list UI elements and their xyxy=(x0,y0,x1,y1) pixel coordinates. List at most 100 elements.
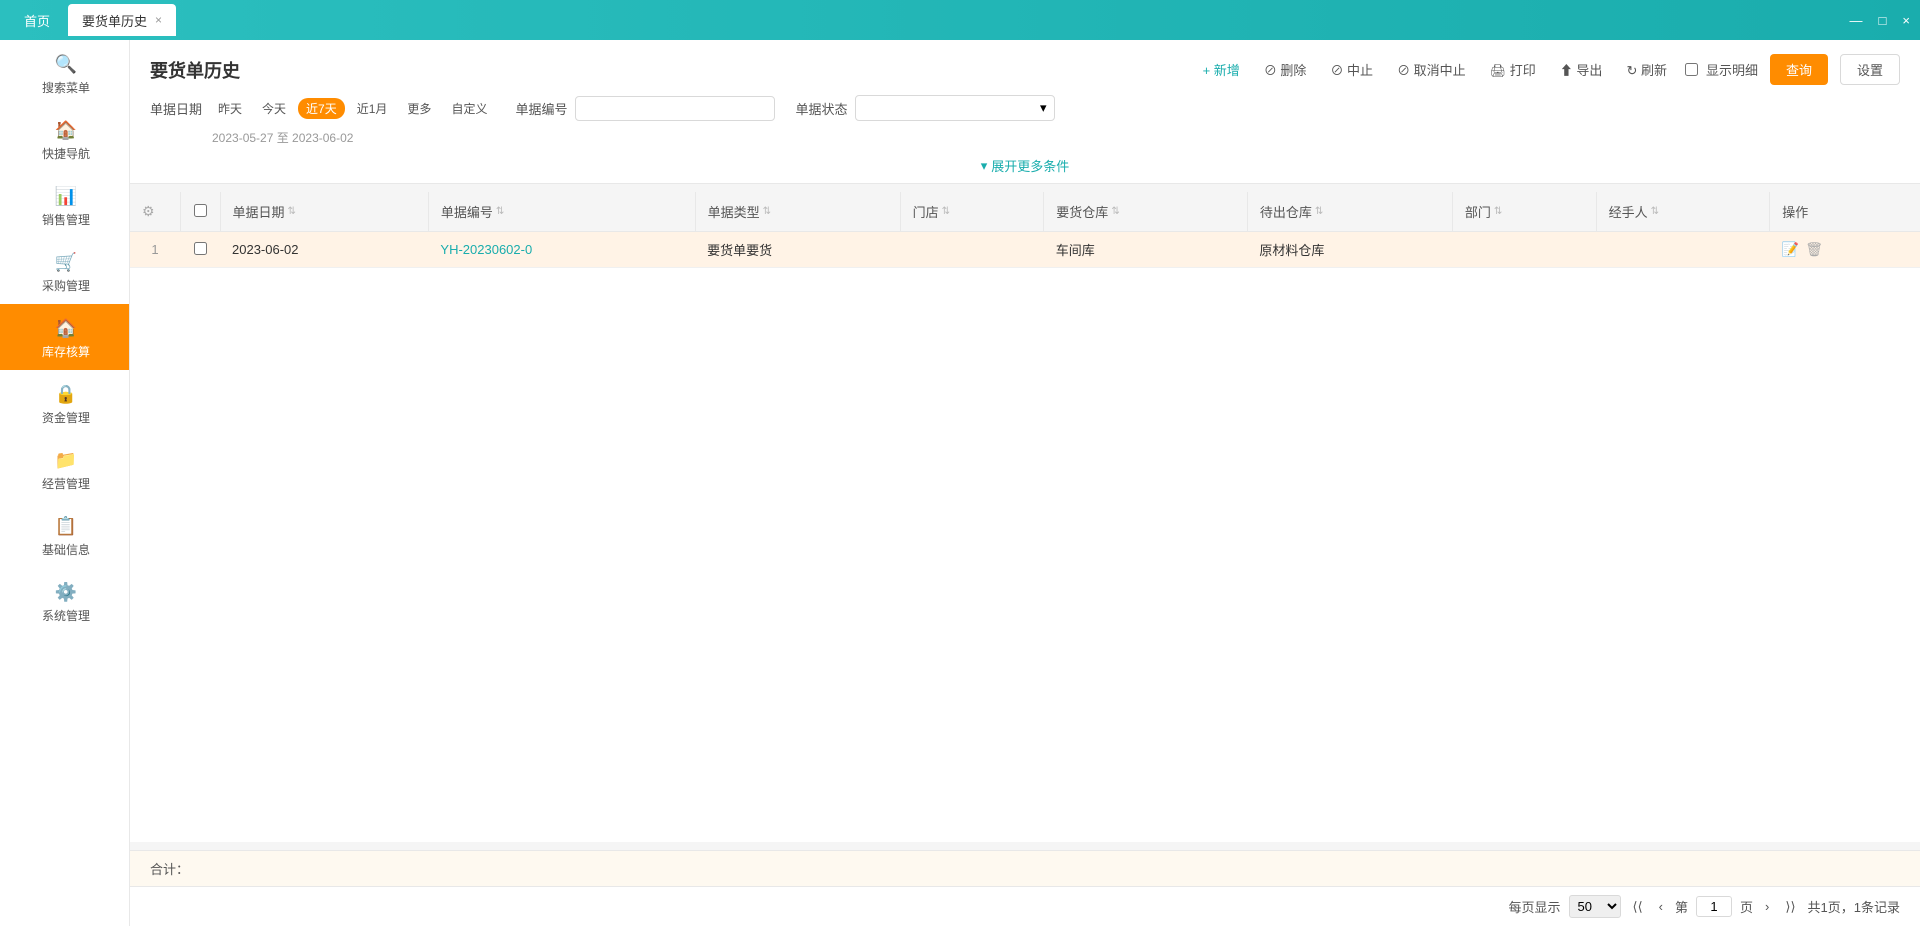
tab-bar: 首页 要货单历史 × xyxy=(10,4,1850,36)
status-filter-group: 单据状态 ▾ xyxy=(795,95,1055,121)
settings-button[interactable]: 设置 xyxy=(1840,54,1900,85)
date-filter-group: 单据日期 昨天 今天 近7天 近1月 更多 自定义 xyxy=(150,98,495,119)
page-size-select[interactable]: 10 20 50 100 xyxy=(1569,895,1621,918)
date-btn-1month[interactable]: 近1月 xyxy=(349,98,396,119)
sort-store-icon[interactable]: ⇅ xyxy=(942,206,950,217)
tab-close-icon[interactable]: × xyxy=(155,13,162,27)
sort-doc-type-icon[interactable]: ⇅ xyxy=(763,206,771,217)
sidebar-item-inventory-calc[interactable]: 🏠 库存核算 xyxy=(0,304,129,370)
requisition-table: ⚙ 单据日期⇅ 单据编号⇅ 单据类型⇅ 门店⇅ 要货仓库⇅ 待出仓库⇅ 部门⇅ … xyxy=(130,192,1920,268)
date-btn-7days[interactable]: 近7天 xyxy=(298,98,345,119)
date-filter-label: 单据日期 xyxy=(150,99,202,118)
sidebar-item-system-mgmt-label: 系统管理 xyxy=(42,607,90,624)
sidebar-item-ops-mgmt[interactable]: 📁 经营管理 xyxy=(0,436,129,502)
stop-button[interactable]: ⊘ 中止 xyxy=(1324,56,1379,83)
date-btn-today[interactable]: 今天 xyxy=(254,98,294,119)
th-req-warehouse: 要货仓库⇅ xyxy=(1044,192,1248,232)
row-delete-btn[interactable]: 🗑 xyxy=(1805,241,1823,258)
sort-req-warehouse-icon[interactable]: ⇅ xyxy=(1111,206,1119,217)
date-quick-btns: 昨天 今天 近7天 近1月 更多 自定义 xyxy=(210,98,495,119)
th-handler-label: 经手人 xyxy=(1609,202,1648,221)
expand-more-btn[interactable]: ▾ 展开更多条件 xyxy=(150,150,1900,183)
row-handler xyxy=(1596,232,1770,268)
sidebar-item-search-menu-label: 搜索菜单 xyxy=(42,79,90,96)
th-department-label: 部门 xyxy=(1465,202,1491,221)
sort-pending-warehouse-icon[interactable]: ⇅ xyxy=(1315,206,1323,217)
sidebar-item-quick-nav[interactable]: 🏠 快捷导航 xyxy=(0,106,129,172)
select-all-checkbox[interactable] xyxy=(194,204,207,217)
th-department: 部门⇅ xyxy=(1452,192,1596,232)
display-detail-toggle[interactable]: 显示明细 xyxy=(1685,60,1758,79)
window-minimize[interactable]: — xyxy=(1850,13,1863,28)
delete-button[interactable]: ⊘ 删除 xyxy=(1258,56,1313,83)
doc-no-link[interactable]: YH-20230602-0 xyxy=(440,242,532,257)
print-button[interactable]: 🖨 打印 xyxy=(1484,56,1542,83)
sidebar-item-finance-mgmt-label: 资金管理 xyxy=(42,409,90,426)
cancel-stop-button[interactable]: ⊘ 取消中止 xyxy=(1391,56,1472,83)
table-settings-icon[interactable]: ⚙ xyxy=(142,203,155,219)
first-page-btn[interactable]: ⟨⟨ xyxy=(1629,897,1647,917)
display-detail-label: 显示明细 xyxy=(1706,60,1758,79)
query-button[interactable]: 查询 xyxy=(1770,54,1828,85)
refresh-button[interactable]: ↻ 刷新 xyxy=(1620,56,1673,83)
th-req-warehouse-label: 要货仓库 xyxy=(1056,202,1108,221)
th-store-label: 门店 xyxy=(913,202,939,221)
sidebar-item-purchase-mgmt-label: 采购管理 xyxy=(42,277,90,294)
tab-home-label: 首页 xyxy=(24,11,50,30)
page-title: 要货单历史 xyxy=(150,57,240,83)
sidebar-item-quick-nav-label: 快捷导航 xyxy=(42,145,90,162)
th-store: 门店⇅ xyxy=(900,192,1044,232)
date-btn-custom[interactable]: 自定义 xyxy=(443,98,495,119)
page-header: 要货单历史 + 新增 ⊘ 删除 ⊘ 中止 ⊘ 取消中止 🖨 打印 ⬆ 导出 ↻ … xyxy=(130,40,1920,184)
sidebar-item-basic-info-label: 基础信息 xyxy=(42,541,90,558)
quick-nav-icon: 🏠 xyxy=(55,120,77,141)
sidebar: 🔍 搜索菜单 🏠 快捷导航 📊 销售管理 🛒 采购管理 🏠 库存核算 🔒 资金管… xyxy=(0,40,130,926)
row-doc-no[interactable]: YH-20230602-0 xyxy=(428,232,695,268)
status-select[interactable]: ▾ xyxy=(855,95,1055,121)
window-maximize[interactable]: □ xyxy=(1879,13,1887,28)
table-container: ⚙ 单据日期⇅ 单据编号⇅ 单据类型⇅ 门店⇅ 要货仓库⇅ 待出仓库⇅ 部门⇅ … xyxy=(130,192,1920,842)
page-input[interactable] xyxy=(1696,896,1732,917)
sort-doc-no-icon[interactable]: ⇅ xyxy=(496,206,504,217)
next-page-btn[interactable]: › xyxy=(1761,897,1773,916)
sort-doc-date-icon[interactable]: ⇅ xyxy=(288,206,296,217)
sort-handler-icon[interactable]: ⇅ xyxy=(1651,206,1659,217)
th-settings[interactable]: ⚙ xyxy=(130,192,180,232)
sidebar-item-search-menu[interactable]: 🔍 搜索菜单 xyxy=(0,40,129,106)
date-btn-more[interactable]: 更多 xyxy=(399,98,439,119)
row-checkbox[interactable] xyxy=(194,242,207,255)
expand-icon: ▾ xyxy=(981,158,988,174)
search-menu-icon: 🔍 xyxy=(55,54,77,75)
display-detail-checkbox[interactable] xyxy=(1685,63,1698,76)
sidebar-item-sales-mgmt[interactable]: 📊 销售管理 xyxy=(0,172,129,238)
window-controls: — □ × xyxy=(1850,13,1910,28)
sidebar-item-purchase-mgmt[interactable]: 🛒 采购管理 xyxy=(0,238,129,304)
row-checkbox-cell[interactable] xyxy=(180,232,220,268)
pagination: 每页显示 10 20 50 100 ⟨⟨ ‹ 第 页 › ⟩⟩ 共1页，1条记录 xyxy=(130,886,1920,926)
page-size-label: 每页显示 xyxy=(1508,897,1560,916)
tab-home[interactable]: 首页 xyxy=(10,4,64,36)
sidebar-item-basic-info[interactable]: 📋 基础信息 xyxy=(0,502,129,568)
window-close[interactable]: × xyxy=(1902,13,1910,28)
toolbar: + 新增 ⊘ 删除 ⊘ 中止 ⊘ 取消中止 🖨 打印 ⬆ 导出 ↻ 刷新 显示明… xyxy=(1197,54,1900,85)
status-filter-label: 单据状态 xyxy=(795,99,847,118)
prev-page-btn[interactable]: ‹ xyxy=(1655,897,1667,916)
row-req-warehouse: 车间库 xyxy=(1044,232,1248,268)
th-pending-warehouse-label: 待出仓库 xyxy=(1260,202,1312,221)
export-button[interactable]: ⬆ 导出 xyxy=(1554,56,1609,83)
filter-area: 单据日期 昨天 今天 近7天 近1月 更多 自定义 单据编号 xyxy=(150,95,1900,183)
last-page-btn[interactable]: ⟩⟩ xyxy=(1781,897,1799,917)
row-edit-btn[interactable]: 📝 xyxy=(1782,241,1799,258)
th-doc-type: 单据类型⇅ xyxy=(695,192,900,232)
docno-input[interactable] xyxy=(575,96,775,121)
th-checkbox xyxy=(180,192,220,232)
sort-department-icon[interactable]: ⇅ xyxy=(1494,206,1502,217)
inventory-calc-icon: 🏠 xyxy=(55,318,77,339)
sidebar-item-system-mgmt[interactable]: ⚙️ 系统管理 xyxy=(0,568,129,634)
add-button[interactable]: + 新增 xyxy=(1197,56,1246,83)
row-pending-warehouse: 原材料仓库 xyxy=(1247,232,1452,268)
tab-requisition-history[interactable]: 要货单历史 × xyxy=(68,4,176,36)
sidebar-item-finance-mgmt[interactable]: 🔒 资金管理 xyxy=(0,370,129,436)
date-range-display: 2023-05-27 至 2023-06-02 xyxy=(212,129,1900,146)
date-btn-yesterday[interactable]: 昨天 xyxy=(210,98,250,119)
